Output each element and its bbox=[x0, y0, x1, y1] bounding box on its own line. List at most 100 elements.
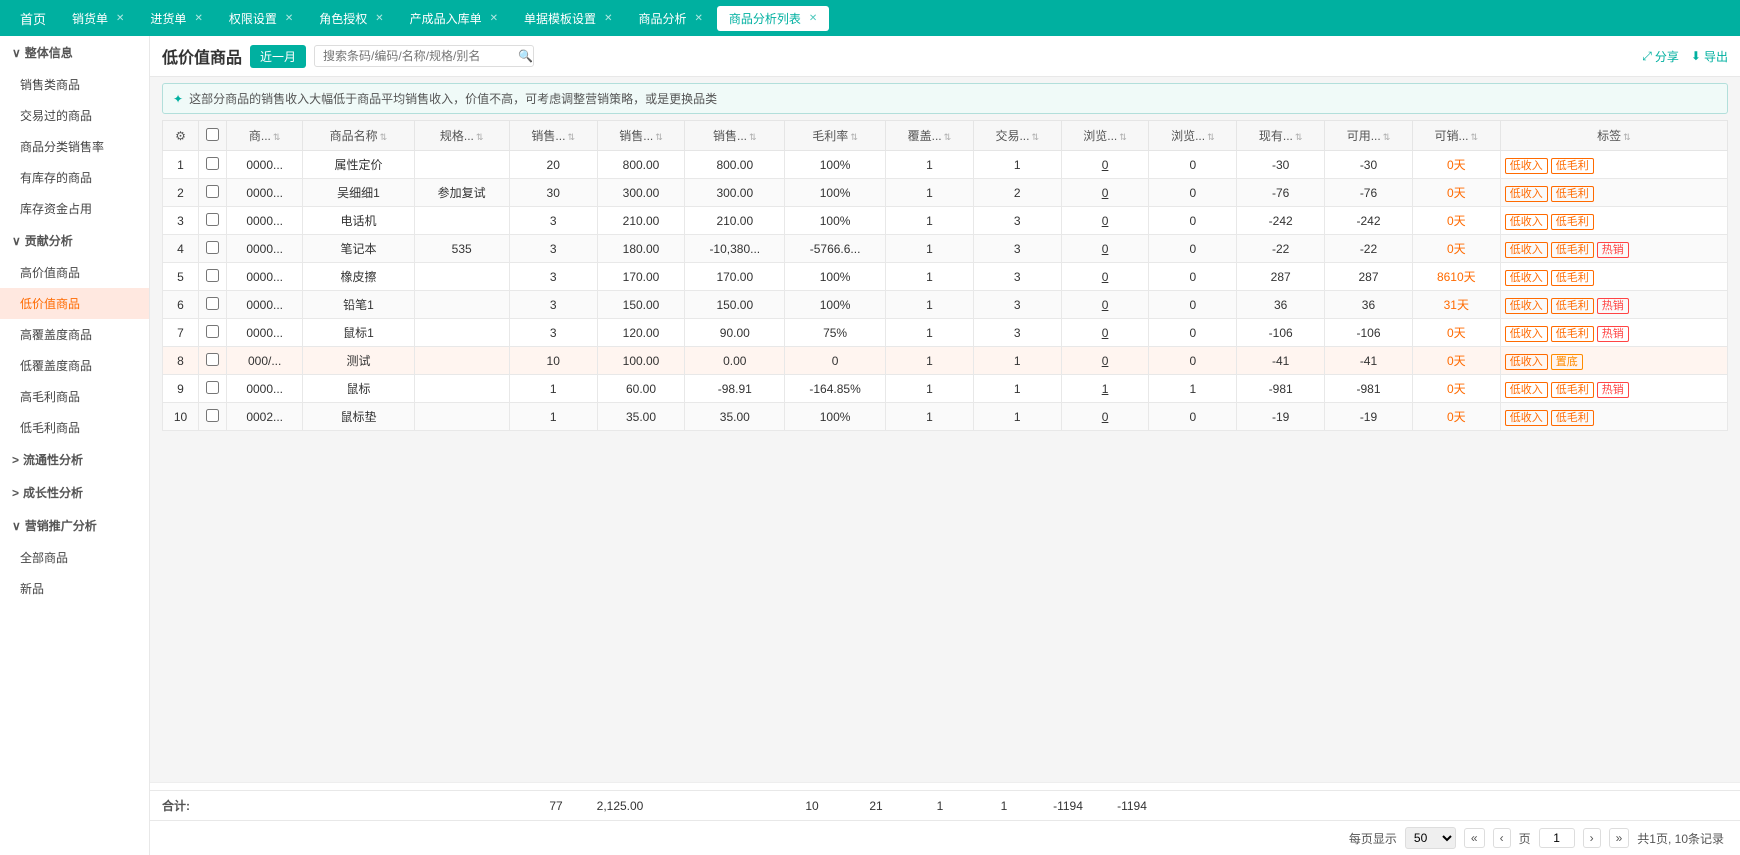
nav-purchase-order[interactable]: 进货单 ✕ bbox=[138, 6, 214, 31]
row-checkbox[interactable] bbox=[206, 381, 219, 394]
col-stock2[interactable]: 可用...⇅ bbox=[1325, 121, 1413, 151]
close-icon[interactable]: ✕ bbox=[490, 13, 498, 24]
sidebar-item-high-coverage[interactable]: 高覆盖度商品 bbox=[0, 319, 149, 350]
col-spec[interactable]: 规格...⇅ bbox=[414, 121, 509, 151]
sidebar-item-high-margin[interactable]: 高毛利商品 bbox=[0, 381, 149, 412]
sidebar-item-sales-products[interactable]: 销售类商品 bbox=[0, 69, 149, 100]
settings-column-header[interactable]: ⚙ bbox=[163, 121, 199, 151]
col-stock1[interactable]: 现有...⇅ bbox=[1237, 121, 1325, 151]
close-icon[interactable]: ✕ bbox=[194, 13, 202, 24]
row-view1[interactable]: 0 bbox=[1061, 151, 1149, 179]
nav-product-analysis[interactable]: 商品分析 ✕ bbox=[626, 6, 714, 31]
next-page-button[interactable]: › bbox=[1583, 828, 1601, 848]
col-stock3[interactable]: 可销...⇅ bbox=[1412, 121, 1500, 151]
col-tags[interactable]: 标签⇅ bbox=[1500, 121, 1727, 151]
row-s1: 1 bbox=[509, 403, 597, 431]
col-view1[interactable]: 浏览...⇅ bbox=[1061, 121, 1149, 151]
sidebar-section-marketing[interactable]: ∨ 营销推广分析 bbox=[0, 509, 149, 542]
col-s1[interactable]: 销售...⇅ bbox=[509, 121, 597, 151]
nav-template-settings[interactable]: 单据模板设置 ✕ bbox=[512, 6, 624, 31]
sidebar-item-low-value[interactable]: 低价值商品 bbox=[0, 288, 149, 319]
nav-product-inbound[interactable]: 产成品入库单 ✕ bbox=[398, 6, 510, 31]
sidebar-item-traded-products[interactable]: 交易过的商品 bbox=[0, 100, 149, 131]
per-page-select[interactable]: 50 20 100 bbox=[1405, 827, 1456, 849]
row-s1: 3 bbox=[509, 235, 597, 263]
tag-badge: 热销 bbox=[1597, 242, 1629, 258]
row-view1[interactable]: 0 bbox=[1061, 179, 1149, 207]
search-icon[interactable]: 🔍 bbox=[518, 49, 533, 63]
sidebar-section-contribution[interactable]: ∨ 贡献分析 bbox=[0, 224, 149, 257]
date-filter-button[interactable]: 近一月 bbox=[250, 45, 306, 68]
page-number-input[interactable] bbox=[1539, 828, 1575, 848]
row-num: 1 bbox=[163, 151, 199, 179]
row-checkbox[interactable] bbox=[206, 185, 219, 198]
row-checkbox[interactable] bbox=[206, 325, 219, 338]
row-s3: -98.91 bbox=[685, 375, 785, 403]
export-button[interactable]: ⬇ 导出 bbox=[1691, 48, 1728, 65]
row-gross: -164.85% bbox=[785, 375, 886, 403]
col-cover[interactable]: 覆盖...⇅ bbox=[886, 121, 974, 151]
row-checkbox-cell bbox=[199, 263, 227, 291]
row-checkbox[interactable] bbox=[206, 297, 219, 310]
notice-bar: ✦ 这部分商品的销售收入大幅低于商品平均销售收入，价值不高，可考虑调整营销策略，… bbox=[162, 83, 1728, 114]
row-checkbox[interactable] bbox=[206, 409, 219, 422]
data-table: ⚙ 商...⇅ 商品名称⇅ 规格...⇅ 销售...⇅ 销售...⇅ 销售...… bbox=[162, 120, 1728, 431]
col-s3[interactable]: 销售...⇅ bbox=[685, 121, 785, 151]
row-view1[interactable]: 1 bbox=[1061, 375, 1149, 403]
first-page-button[interactable]: « bbox=[1464, 828, 1485, 848]
select-all-checkbox[interactable] bbox=[206, 128, 219, 141]
horizontal-scrollbar[interactable] bbox=[150, 782, 1740, 790]
row-stock1: -41 bbox=[1237, 347, 1325, 375]
sidebar-item-high-value[interactable]: 高价值商品 bbox=[0, 257, 149, 288]
share-button[interactable]: ⤢ 分享 bbox=[1642, 48, 1679, 65]
last-page-button[interactable]: » bbox=[1609, 828, 1630, 848]
close-icon[interactable]: ✕ bbox=[375, 13, 383, 24]
close-icon[interactable]: ✕ bbox=[285, 13, 293, 24]
close-icon[interactable]: ✕ bbox=[694, 13, 702, 24]
row-checkbox[interactable] bbox=[206, 157, 219, 170]
row-checkbox[interactable] bbox=[206, 353, 219, 366]
col-s2[interactable]: 销售...⇅ bbox=[597, 121, 685, 151]
row-s2: 300.00 bbox=[597, 179, 685, 207]
sidebar-item-low-margin[interactable]: 低毛利商品 bbox=[0, 412, 149, 443]
row-view1[interactable]: 0 bbox=[1061, 235, 1149, 263]
sidebar-item-stock-capital[interactable]: 库存资金占用 bbox=[0, 193, 149, 224]
nav-sales-order[interactable]: 销货单 ✕ bbox=[60, 6, 136, 31]
row-view1[interactable]: 0 bbox=[1061, 347, 1149, 375]
col-gross[interactable]: 毛利率⇅ bbox=[785, 121, 886, 151]
row-tags: 低收入低毛利 bbox=[1500, 179, 1727, 207]
row-checkbox[interactable] bbox=[206, 241, 219, 254]
sidebar-item-in-stock[interactable]: 有库存的商品 bbox=[0, 162, 149, 193]
sidebar-item-low-coverage[interactable]: 低覆盖度商品 bbox=[0, 350, 149, 381]
footer-view2: 1 bbox=[974, 799, 1034, 813]
row-view1[interactable]: 0 bbox=[1061, 291, 1149, 319]
row-view1[interactable]: 0 bbox=[1061, 263, 1149, 291]
close-icon[interactable]: ✕ bbox=[116, 13, 124, 24]
sidebar-item-all-products[interactable]: 全部商品 bbox=[0, 542, 149, 573]
row-stock1: -19 bbox=[1237, 403, 1325, 431]
col-code[interactable]: 商...⇅ bbox=[227, 121, 303, 151]
search-input[interactable] bbox=[314, 45, 534, 67]
nav-home[interactable]: 首页 bbox=[8, 5, 58, 32]
row-spec bbox=[414, 319, 509, 347]
col-trade[interactable]: 交易...⇅ bbox=[973, 121, 1061, 151]
sidebar-section-overall[interactable]: ∨ 整体信息 bbox=[0, 36, 149, 69]
nav-permissions[interactable]: 权限设置 ✕ bbox=[217, 6, 305, 31]
col-name[interactable]: 商品名称⇅ bbox=[303, 121, 414, 151]
nav-product-analysis-list[interactable]: 商品分析列表 ✕ bbox=[717, 6, 829, 31]
row-view1[interactable]: 0 bbox=[1061, 403, 1149, 431]
row-view1[interactable]: 0 bbox=[1061, 207, 1149, 235]
table-row: 50000...橡皮擦3170.00170.00100%130028728786… bbox=[163, 263, 1728, 291]
close-icon[interactable]: ✕ bbox=[809, 13, 817, 24]
row-checkbox[interactable] bbox=[206, 269, 219, 282]
row-view1[interactable]: 0 bbox=[1061, 319, 1149, 347]
nav-role-auth[interactable]: 角色授权 ✕ bbox=[307, 6, 395, 31]
sidebar-item-category-sales-rate[interactable]: 商品分类销售率 bbox=[0, 131, 149, 162]
prev-page-button[interactable]: ‹ bbox=[1493, 828, 1511, 848]
col-view2[interactable]: 浏览...⇅ bbox=[1149, 121, 1237, 151]
sidebar-item-new-products[interactable]: 新品 bbox=[0, 573, 149, 604]
row-checkbox[interactable] bbox=[206, 213, 219, 226]
sidebar-section-growth[interactable]: > 成长性分析 bbox=[0, 476, 149, 509]
close-icon[interactable]: ✕ bbox=[604, 13, 612, 24]
sidebar-section-circulation[interactable]: > 流通性分析 bbox=[0, 443, 149, 476]
